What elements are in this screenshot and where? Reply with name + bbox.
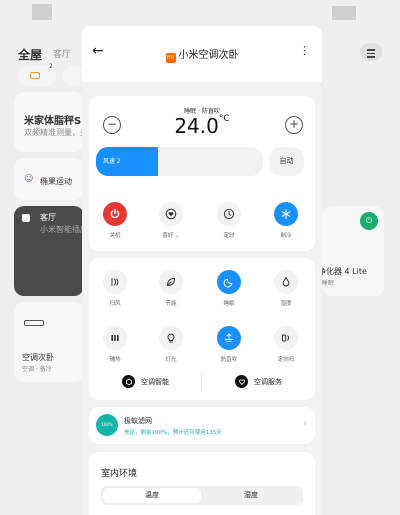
living-room-card[interactable]: 客厅 小米智能插座开 bbox=[14, 206, 96, 296]
anti-direct-button[interactable]: 防直吹 bbox=[211, 326, 247, 363]
home-title[interactable]: 全屋 bbox=[18, 46, 42, 63]
filter-pill[interactable]: 2 bbox=[18, 63, 56, 86]
fan-speed-label: 风速 2 bbox=[103, 158, 121, 165]
eco-label: 节能 bbox=[165, 301, 177, 307]
environment-tabs: 温度 湿度 bbox=[101, 486, 303, 505]
clock-icon bbox=[217, 202, 241, 226]
eco-button[interactable]: 节能 bbox=[153, 270, 189, 307]
filter-percent-badge: 100% bbox=[96, 414, 118, 436]
more-icon[interactable]: ⋮ bbox=[299, 44, 310, 57]
swing-button[interactable]: 扫风 bbox=[97, 270, 133, 307]
anti-direct-label: 防直吹 bbox=[220, 357, 238, 363]
direction-icon bbox=[274, 326, 298, 350]
droplet-icon bbox=[274, 270, 298, 294]
ac-sub: 空调 · 备冷 bbox=[22, 366, 52, 373]
ac-smart-label: 空调智能 bbox=[141, 377, 169, 386]
power-label: 关机 bbox=[109, 233, 121, 239]
sleep-button[interactable]: 睡眠 bbox=[211, 270, 247, 307]
top-bar: ← mi 小米空调次卧 ⋮ bbox=[82, 26, 322, 82]
battery-icon bbox=[30, 72, 40, 79]
indoor-environment-title: 室内环境 bbox=[101, 469, 138, 479]
plug-icon bbox=[22, 214, 30, 222]
main-controls-card: 关机 喜好 ⌄ 定时 制冷 bbox=[89, 190, 315, 251]
ac-smart-button[interactable]: 空调智能 bbox=[89, 363, 202, 400]
scale-title: 米家体脂秤S bbox=[24, 116, 82, 127]
auto-fan-button[interactable]: 自动 bbox=[269, 147, 304, 176]
swing-label: 扫风 bbox=[109, 301, 121, 307]
power-icon bbox=[103, 202, 127, 226]
ac-service-label: 空调服务 bbox=[254, 377, 282, 386]
light-label: 灯光 bbox=[165, 357, 177, 363]
snowflake-icon bbox=[274, 202, 298, 226]
home-room[interactable]: 客厅 bbox=[53, 47, 71, 60]
directional-label: 定向扫 bbox=[277, 357, 295, 363]
light-button[interactable]: 灯光 bbox=[153, 326, 189, 363]
humidity-label: 湿度 bbox=[280, 301, 292, 307]
aux-heat-label: 辅热 bbox=[109, 357, 121, 363]
purifier-card[interactable]: ⏻ 净化器 4 Lite · 睡眠 bbox=[318, 206, 384, 296]
exercise-label: 椭果运动 bbox=[40, 177, 72, 186]
temperature-unit: °C bbox=[218, 114, 230, 124]
fan-speed-slider[interactable]: 风速 2 bbox=[96, 147, 263, 176]
timer-label: 定时 bbox=[223, 233, 235, 239]
scale-sub: 双频精准测量，关 bbox=[24, 128, 88, 137]
tab-temperature[interactable]: 温度 bbox=[103, 488, 201, 503]
increase-temp-button[interactable]: + bbox=[285, 116, 303, 134]
purifier-title: 净化器 4 Lite bbox=[318, 267, 367, 276]
swing-icon bbox=[103, 270, 127, 294]
filter-pill-2[interactable] bbox=[62, 66, 84, 86]
indoor-environment-card: 室内环境 温度 湿度 bbox=[89, 452, 315, 515]
cool-label: 制冷 bbox=[280, 233, 292, 239]
smart-services-card: 空调智能 空调服务 bbox=[89, 363, 315, 400]
humidity-button[interactable]: 湿度 bbox=[268, 270, 304, 307]
tab-humidity[interactable]: 湿度 bbox=[201, 488, 301, 503]
blurred-patch bbox=[332, 6, 356, 20]
moon-icon bbox=[217, 270, 241, 294]
filter-card[interactable]: 100% 极蚁滤网 充足，剩余100%，预计还可使用135天 › bbox=[89, 407, 315, 444]
pill-badge: 2 bbox=[49, 63, 53, 70]
exercise-card[interactable]: ☺ 椭果运动 bbox=[14, 158, 84, 200]
heart-icon bbox=[159, 202, 183, 226]
ac-control-panel: ← mi 小米空调次卧 ⋮ 睡眠 · 防直吹 − 24.0°C + 风速 2 自动… bbox=[82, 26, 322, 515]
cube-icon bbox=[122, 375, 135, 388]
ac-title: 空调次卧 bbox=[22, 353, 54, 362]
cool-button[interactable]: 制冷 bbox=[268, 202, 304, 239]
menu-icon[interactable] bbox=[360, 43, 382, 61]
deflect-icon bbox=[217, 326, 241, 350]
person-icon: ☺ bbox=[24, 174, 34, 184]
directional-button[interactable]: 定向扫 bbox=[268, 326, 304, 363]
leaf-icon bbox=[159, 270, 183, 294]
ac-card[interactable]: 空调次卧 空调 · 备冷 bbox=[14, 302, 84, 382]
favorite-button[interactable]: 喜好 ⌄ bbox=[153, 202, 189, 239]
purifier-power-icon[interactable]: ⏻ bbox=[360, 212, 378, 230]
service-heart-icon bbox=[235, 375, 248, 388]
aux-heat-button[interactable]: 辅热 bbox=[97, 326, 133, 363]
sleep-label: 睡眠 bbox=[223, 301, 235, 307]
ac-icon bbox=[24, 320, 44, 326]
device-title-text: 小米空调次卧 bbox=[178, 50, 239, 61]
device-title: mi 小米空调次卧 bbox=[82, 46, 322, 63]
blurred-avatar bbox=[32, 4, 52, 20]
favorite-label: 喜好 ⌄ bbox=[162, 233, 180, 239]
timer-button[interactable]: 定时 bbox=[211, 202, 247, 239]
filter-status: 充足，剩余100%，预计还可使用135天 bbox=[124, 430, 222, 436]
temperature-value: 24.0 bbox=[174, 114, 219, 138]
power-button[interactable]: 关机 bbox=[97, 202, 133, 239]
scale-card[interactable]: 米家体脂秤S 双频精准测量，关 bbox=[14, 92, 88, 152]
temperature-display: 24.0°C bbox=[89, 114, 315, 138]
filter-name: 极蚁滤网 bbox=[124, 417, 152, 425]
heater-icon bbox=[103, 326, 127, 350]
mi-logo-icon: mi bbox=[165, 53, 176, 63]
living-room-title: 客厅 bbox=[40, 213, 56, 222]
bulb-icon bbox=[159, 326, 183, 350]
ac-service-button[interactable]: 空调服务 bbox=[202, 363, 315, 400]
chevron-right-icon: › bbox=[303, 418, 307, 429]
